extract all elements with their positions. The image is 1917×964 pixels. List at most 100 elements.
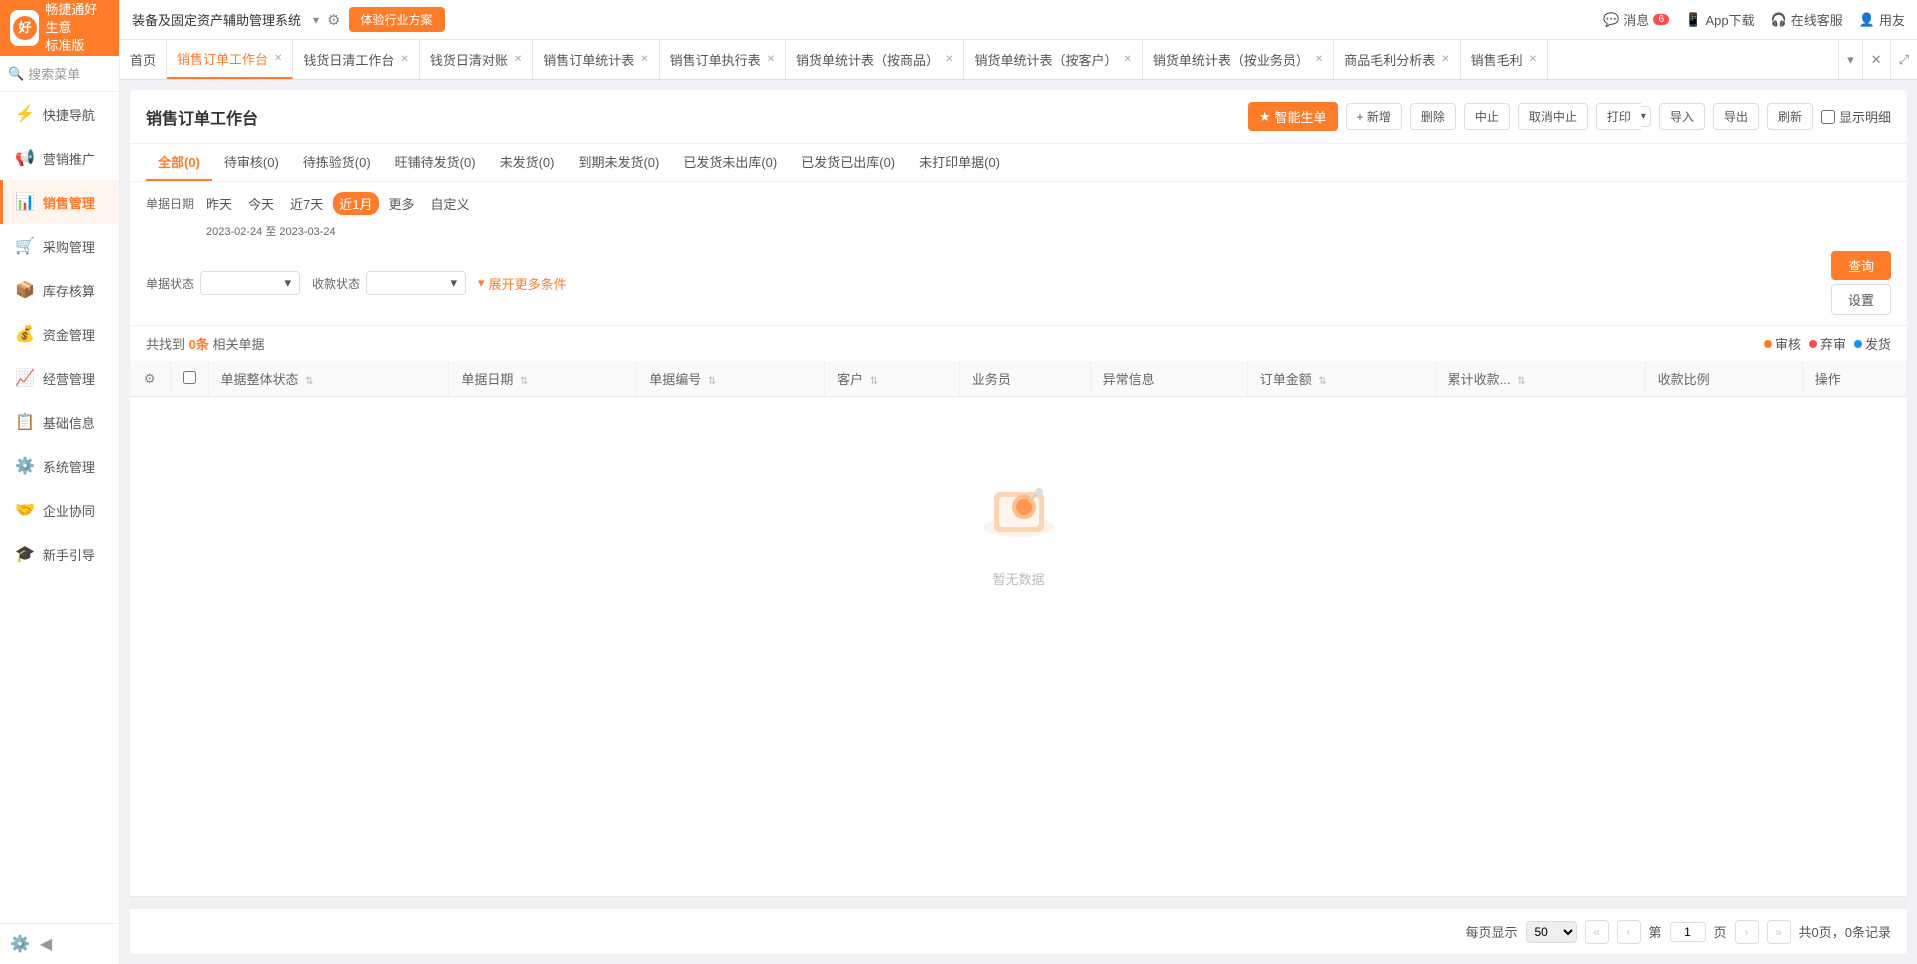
sidebar-search[interactable]: 🔍 搜索菜单: [0, 56, 119, 92]
delete-btn[interactable]: 删除: [1410, 103, 1456, 130]
sidebar-item-operations[interactable]: 📈 经营管理: [0, 356, 119, 400]
tab-sales-profit[interactable]: 销售毛利✕: [1461, 40, 1548, 79]
collapse-btn[interactable]: ◀: [40, 934, 52, 954]
nav-icon-inventory: 📦: [15, 280, 35, 300]
suspend-btn[interactable]: 中止: [1464, 103, 1510, 130]
tab-close-all-btn[interactable]: ✕: [1862, 40, 1890, 79]
tab-gross-margin[interactable]: 商品毛利分析表✕: [1334, 40, 1460, 79]
add-btn[interactable]: + 新增: [1346, 103, 1402, 130]
tab-sales-exec[interactable]: 销售订单执行表✕: [660, 40, 786, 79]
svg-text:好: 好: [17, 20, 31, 35]
tab-label-sales-stats-product: 销货单统计表（按商品）: [796, 50, 939, 69]
last-page-btn[interactable]: »: [1767, 920, 1791, 944]
tab-sales-workbench[interactable]: 销售订单工作台✕: [167, 40, 293, 79]
cancel-suspend-btn[interactable]: 取消中止: [1518, 103, 1588, 130]
cancel-review-quick-btn[interactable]: 弃审: [1809, 334, 1846, 353]
sub-tab-pending-review[interactable]: 待审核(0): [212, 144, 291, 181]
payment-select[interactable]: ▾: [366, 271, 466, 295]
tab-cash-reconcile[interactable]: 钱货日清对账✕: [420, 40, 533, 79]
settings-set-btn[interactable]: 设置: [1831, 284, 1891, 315]
tab-home[interactable]: 首页: [120, 40, 167, 79]
sub-tab-not-printed[interactable]: 未打印单据(0): [907, 144, 1012, 181]
tab-sales-stats-product[interactable]: 销货单统计表（按商品） ✕: [786, 40, 964, 79]
show-detail-checkbox[interactable]: [1821, 110, 1835, 124]
tab-more-btn[interactable]: ▾: [1838, 40, 1862, 79]
sidebar-item-newbie[interactable]: 🎓 新手引导: [0, 532, 119, 576]
online-service-btn[interactable]: 🎧 在线客服: [1771, 10, 1843, 29]
user-btn[interactable]: 👤 用友: [1859, 10, 1905, 29]
export-btn[interactable]: 导出: [1713, 103, 1759, 130]
tab-sales-stats[interactable]: 销售订单统计表✕: [533, 40, 659, 79]
sidebar-item-marketing[interactable]: 📢 营销推广: [0, 136, 119, 180]
nav-label-system: 系统管理: [43, 457, 95, 476]
sub-tab-overdue-not-shipped[interactable]: 到期未发货(0): [566, 144, 671, 181]
trial-button[interactable]: 体验行业方案: [349, 7, 445, 32]
next-page-btn[interactable]: ›: [1735, 920, 1759, 944]
total-text: 共找到 0条 相关单据: [146, 334, 265, 353]
review-quick-btn[interactable]: 审核: [1764, 334, 1801, 353]
tab-close-sales-stats-product[interactable]: ✕: [945, 54, 953, 65]
refresh-btn[interactable]: 刷新: [1767, 103, 1813, 130]
print-btn[interactable]: 打印: [1596, 103, 1641, 130]
settings-footer-btn[interactable]: ⚙️: [10, 934, 30, 954]
service-icon: 🎧: [1771, 12, 1787, 28]
prev-page-btn[interactable]: ‹: [1617, 920, 1641, 944]
tab-expand-btn[interactable]: ⤢: [1890, 40, 1917, 79]
tab-sales-stats-staff[interactable]: 销货单统计表（按业务员）✕: [1143, 40, 1334, 79]
tab-cash-daily[interactable]: 钱货日清工作台✕: [293, 40, 419, 79]
message-label: 消息: [1623, 10, 1649, 29]
expand-conditions-btn[interactable]: ▾ 展开更多条件: [478, 274, 567, 293]
date-range-display: 2023-02-24 至 2023-03-24: [206, 223, 1891, 239]
sidebar-item-finance[interactable]: 💰 资金管理: [0, 312, 119, 356]
tab-sales-stats-customer[interactable]: 销货单统计表（按客户）✕: [964, 40, 1142, 79]
sidebar-item-quick-nav[interactable]: ⚡ 快捷导航: [0, 92, 119, 136]
tab-close-sales-stats[interactable]: ✕: [640, 54, 648, 65]
col-settings[interactable]: ⚙: [130, 361, 170, 397]
date-option-近1月[interactable]: 近1月: [333, 192, 378, 215]
date-option-自定义[interactable]: 自定义: [425, 192, 476, 215]
per-page-select[interactable]: 20 50 100: [1526, 921, 1577, 943]
first-page-btn[interactable]: «: [1585, 920, 1609, 944]
tab-close-sales-exec[interactable]: ✕: [767, 54, 775, 65]
date-option-今天[interactable]: 今天: [242, 192, 280, 215]
sub-tab-wangpu-pending[interactable]: 旺铺待发货(0): [383, 144, 488, 181]
sidebar-item-enterprise[interactable]: 🤝 企业协同: [0, 488, 119, 532]
tab-close-sales-stats-staff[interactable]: ✕: [1315, 54, 1323, 65]
tab-close-gross-margin[interactable]: ✕: [1441, 54, 1449, 65]
sub-tab-pending-inspect[interactable]: 待拣验货(0): [291, 144, 383, 181]
sidebar-item-inventory[interactable]: 📦 库存核算: [0, 268, 119, 312]
nav-label-finance: 资金管理: [43, 325, 95, 344]
sub-tab-shipped-stored[interactable]: 已发货已出库(0): [789, 144, 907, 181]
sub-tab-not-shipped[interactable]: 未发货(0): [488, 144, 567, 181]
tab-close-sales-stats-customer[interactable]: ✕: [1123, 54, 1131, 65]
app-download-btn[interactable]: 📱 App下载: [1685, 10, 1754, 29]
import-btn[interactable]: 导入: [1659, 103, 1705, 130]
horizontal-scrollbar[interactable]: [130, 896, 1907, 908]
tab-close-cash-reconcile[interactable]: ✕: [514, 54, 522, 65]
query-btn[interactable]: 查询: [1831, 251, 1891, 280]
sub-tab-all[interactable]: 全部(0): [146, 144, 212, 181]
tab-close-sales-workbench[interactable]: ✕: [274, 53, 282, 64]
date-option-更多[interactable]: 更多: [383, 192, 421, 215]
message-btn[interactable]: 💬 消息 6: [1603, 10, 1669, 29]
settings-icon[interactable]: ⚙: [327, 11, 340, 29]
print-arrow-btn[interactable]: ▾: [1641, 106, 1651, 127]
ship-quick-btn[interactable]: 发货: [1854, 334, 1891, 353]
status-select[interactable]: ▾: [200, 271, 300, 295]
nav-icon-marketing: 📢: [15, 148, 35, 168]
date-option-昨天[interactable]: 昨天: [200, 192, 238, 215]
select-all-checkbox[interactable]: [183, 371, 196, 384]
date-option-近7天[interactable]: 近7天: [284, 192, 329, 215]
page-input[interactable]: [1670, 922, 1706, 942]
status-chevron-icon: ▾: [284, 275, 291, 291]
tab-close-cash-daily[interactable]: ✕: [400, 54, 408, 65]
sidebar-item-basic-info[interactable]: 📋 基础信息: [0, 400, 119, 444]
tab-close-sales-profit[interactable]: ✕: [1529, 54, 1537, 65]
chevron-down-icon[interactable]: ▾: [313, 13, 319, 27]
sidebar-item-purchase[interactable]: 🛒 采购管理: [0, 224, 119, 268]
sidebar-item-system[interactable]: ⚙️ 系统管理: [0, 444, 119, 488]
sub-tab-shipped-not-stored[interactable]: 已发货未出库(0): [671, 144, 789, 181]
nav-icon-newbie: 🎓: [15, 544, 35, 564]
sidebar-item-sales[interactable]: 📊 销售管理: [0, 180, 119, 224]
smart-create-btn[interactable]: ★ 智能生单: [1248, 102, 1338, 131]
